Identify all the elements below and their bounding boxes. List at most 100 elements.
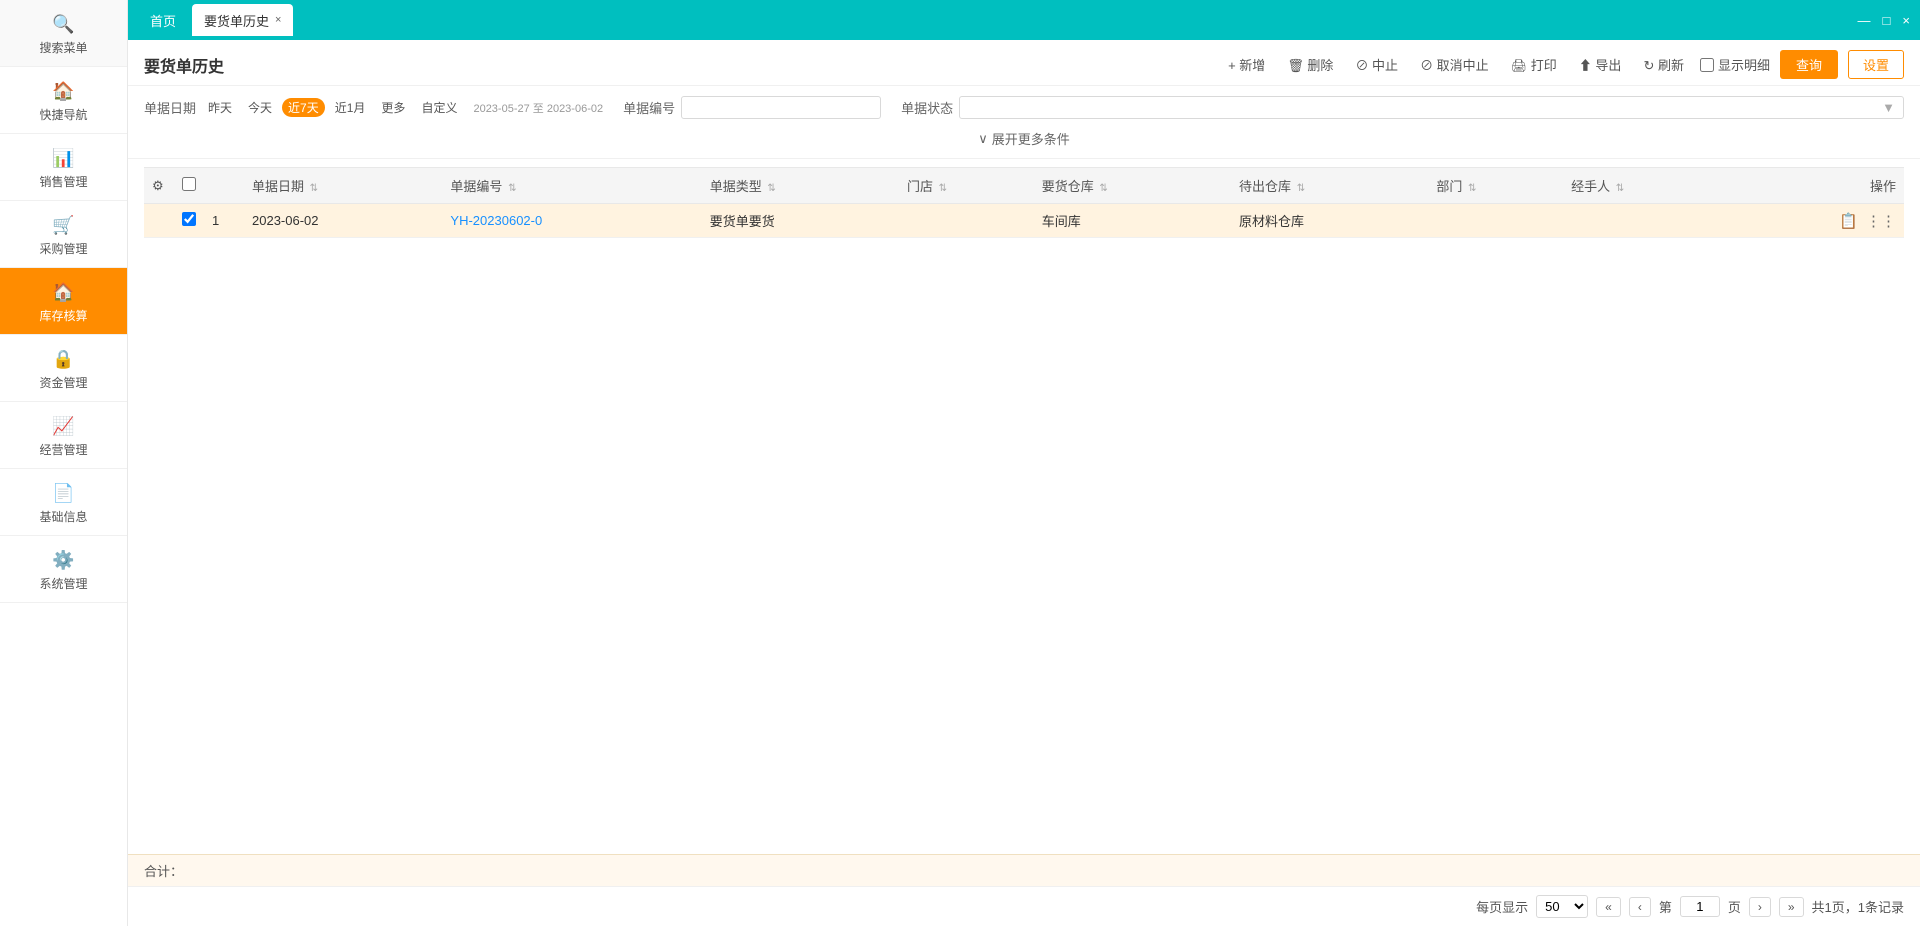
sidebar: 🔍 搜索菜单 🏠 快捷导航 📊 销售管理 🛒 采购管理 🏠 库存核算 🔒 资金管…	[0, 0, 128, 926]
row-dept	[1428, 204, 1563, 238]
date-today[interactable]: 今天	[242, 98, 278, 117]
cancel-stop-button[interactable]: ⊘ 取消中止	[1414, 52, 1495, 77]
row-select-checkbox[interactable]	[182, 212, 196, 226]
th-dept: 部门 ⇅	[1428, 168, 1563, 204]
stop-button[interactable]: ⊘ 中止	[1349, 52, 1404, 77]
refresh-button[interactable]: ↻ 刷新	[1637, 52, 1690, 77]
window-minimize-btn[interactable]: —	[1858, 13, 1871, 28]
sidebar-item-quicknav[interactable]: 🏠 快捷导航	[0, 67, 127, 134]
sidebar-item-finance-label: 资金管理	[39, 374, 87, 391]
sidebar-item-search-label: 搜索菜单	[39, 39, 87, 56]
display-detail-label: 显示明细	[1718, 55, 1770, 74]
sidebar-item-system-label: 系统管理	[39, 575, 87, 592]
page-number-input[interactable]	[1680, 896, 1720, 917]
date-yesterday[interactable]: 昨天	[202, 98, 238, 117]
system-icon: ⚙️	[52, 550, 74, 571]
window-close-btn[interactable]: ×	[1902, 13, 1910, 28]
th-docno-label: 单据编号	[450, 179, 502, 194]
finance-icon: 🔒	[52, 349, 74, 370]
row-store	[899, 204, 1034, 238]
status-dropdown-icon: ▼	[1882, 100, 1895, 115]
status-select-container[interactable]: ▼	[959, 96, 1904, 119]
content-area: 要货单历史 + 新增 🗑 删除 ⊘ 中止 ⊘ 取消中止 🖨 打印 ⬆ 导出 ↻ …	[128, 40, 1920, 926]
sidebar-item-basicinfo-label: 基础信息	[39, 508, 87, 525]
row-ops: 📋 ⋮⋮	[1729, 204, 1904, 238]
docno-label: 单据编号	[623, 98, 675, 117]
sidebar-item-finance[interactable]: 🔒 资金管理	[0, 335, 127, 402]
date-sort-icon[interactable]: ⇅	[310, 183, 318, 194]
expand-more-btn[interactable]: ∨ 展开更多条件	[144, 125, 1904, 152]
sidebar-item-sales-label: 销售管理	[39, 173, 87, 190]
th-store-label: 门店	[907, 179, 933, 194]
sidebar-item-sales[interactable]: 📊 销售管理	[0, 134, 127, 201]
tab-active[interactable]: 要货单历史 ×	[192, 4, 293, 36]
date-1month[interactable]: 近1月	[329, 98, 372, 117]
docno-input[interactable]	[681, 96, 881, 119]
sidebar-item-search[interactable]: 🔍 搜索菜单	[0, 0, 127, 67]
window-maximize-btn[interactable]: □	[1883, 13, 1891, 28]
select-all-checkbox[interactable]	[182, 177, 196, 191]
th-store: 门店 ⇅	[899, 168, 1034, 204]
th-doctype-label: 单据类型	[710, 179, 762, 194]
date-7days[interactable]: 近7天	[282, 98, 325, 117]
export-button[interactable]: ⬆ 导出	[1573, 52, 1628, 77]
settings-gear-icon[interactable]: ⚙	[152, 178, 164, 193]
search-menu-icon: 🔍	[52, 14, 74, 35]
pagination: 每页显示 20 50 100 200 « ‹ 第 页 › » 共1页，1条记录	[128, 886, 1920, 926]
new-button[interactable]: + 新增	[1222, 52, 1271, 77]
setting-button[interactable]: 设置	[1848, 50, 1904, 79]
th-docno: 单据编号 ⇅	[442, 168, 701, 204]
table-row[interactable]: 1 2023-06-02 YH-20230602-0 要货单要货 车间库 原材料…	[144, 204, 1904, 238]
row-edit-icon[interactable]: 📋	[1839, 212, 1858, 230]
sidebar-item-system[interactable]: ⚙️ 系统管理	[0, 536, 127, 603]
prev-page-btn[interactable]: ‹	[1629, 897, 1651, 917]
inventory-icon: 🏠	[52, 282, 74, 303]
display-detail-toggle[interactable]: 显示明细	[1700, 55, 1770, 74]
docno-sort-icon[interactable]: ⇅	[508, 183, 516, 194]
row-num: 1	[204, 204, 244, 238]
delete-button[interactable]: 🗑 删除	[1281, 52, 1339, 77]
sidebar-item-purchase[interactable]: 🛒 采购管理	[0, 201, 127, 268]
row-docno-link[interactable]: YH-20230602-0	[450, 213, 542, 228]
tab-close-icon[interactable]: ×	[275, 14, 281, 26]
sidebar-item-inventory[interactable]: 🏠 库存核算	[0, 268, 127, 335]
pendingwh-sort-icon[interactable]: ⇅	[1297, 183, 1305, 194]
th-handler-label: 经手人	[1571, 179, 1610, 194]
topbar: 首页 要货单历史 × — □ ×	[128, 0, 1920, 40]
print-button[interactable]: 🖨 打印	[1505, 52, 1563, 77]
tab-home[interactable]: 首页	[138, 4, 188, 36]
page-size-label: 每页显示	[1476, 897, 1528, 916]
row-doctype: 要货单要货	[702, 204, 899, 238]
handler-sort-icon[interactable]: ⇅	[1616, 183, 1624, 194]
date-more[interactable]: 更多	[375, 98, 411, 117]
display-detail-checkbox[interactable]	[1700, 58, 1714, 72]
row-date: 2023-06-02	[244, 204, 442, 238]
expand-chevron-icon: ∨	[978, 131, 988, 147]
page-suffix: 页	[1728, 897, 1741, 916]
last-page-btn[interactable]: »	[1779, 897, 1804, 917]
page-size-select[interactable]: 20 50 100 200	[1536, 895, 1588, 918]
dept-sort-icon[interactable]: ⇅	[1468, 183, 1476, 194]
expand-label: 展开更多条件	[992, 129, 1070, 148]
reqwh-sort-icon[interactable]: ⇅	[1099, 183, 1107, 194]
doctype-sort-icon[interactable]: ⇅	[767, 183, 775, 194]
filter-row-1: 单据日期 昨天 今天 近7天 近1月 更多 自定义 2023-05-27 至 2…	[144, 96, 1904, 119]
first-page-btn[interactable]: «	[1596, 897, 1621, 917]
th-pendingwh: 待出仓库 ⇅	[1231, 168, 1428, 204]
page-header: 要货单历史 + 新增 🗑 删除 ⊘ 中止 ⊘ 取消中止 🖨 打印 ⬆ 导出 ↻ …	[128, 40, 1920, 86]
sidebar-item-operations-label: 经营管理	[39, 441, 87, 458]
footer-summary: 合计：	[128, 854, 1920, 886]
th-reqwh: 要货仓库 ⇅	[1034, 168, 1231, 204]
store-sort-icon[interactable]: ⇅	[939, 183, 947, 194]
query-button[interactable]: 查询	[1780, 50, 1838, 79]
topbar-right: — □ ×	[1858, 13, 1910, 28]
sidebar-item-operations[interactable]: 📈 经营管理	[0, 402, 127, 469]
row-more-icon[interactable]: ⋮⋮	[1866, 212, 1896, 230]
next-page-btn[interactable]: ›	[1749, 897, 1771, 917]
row-pendingwh: 原材料仓库	[1231, 204, 1428, 238]
data-table: ⚙ 单据日期 ⇅ 单据编号 ⇅	[144, 167, 1904, 238]
date-range-display: 2023-05-27 至 2023-06-02	[473, 100, 603, 116]
date-shortcuts: 昨天 今天 近7天 近1月 更多 自定义	[202, 98, 463, 117]
date-custom[interactable]: 自定义	[415, 98, 463, 117]
sidebar-item-basicinfo[interactable]: 📄 基础信息	[0, 469, 127, 536]
